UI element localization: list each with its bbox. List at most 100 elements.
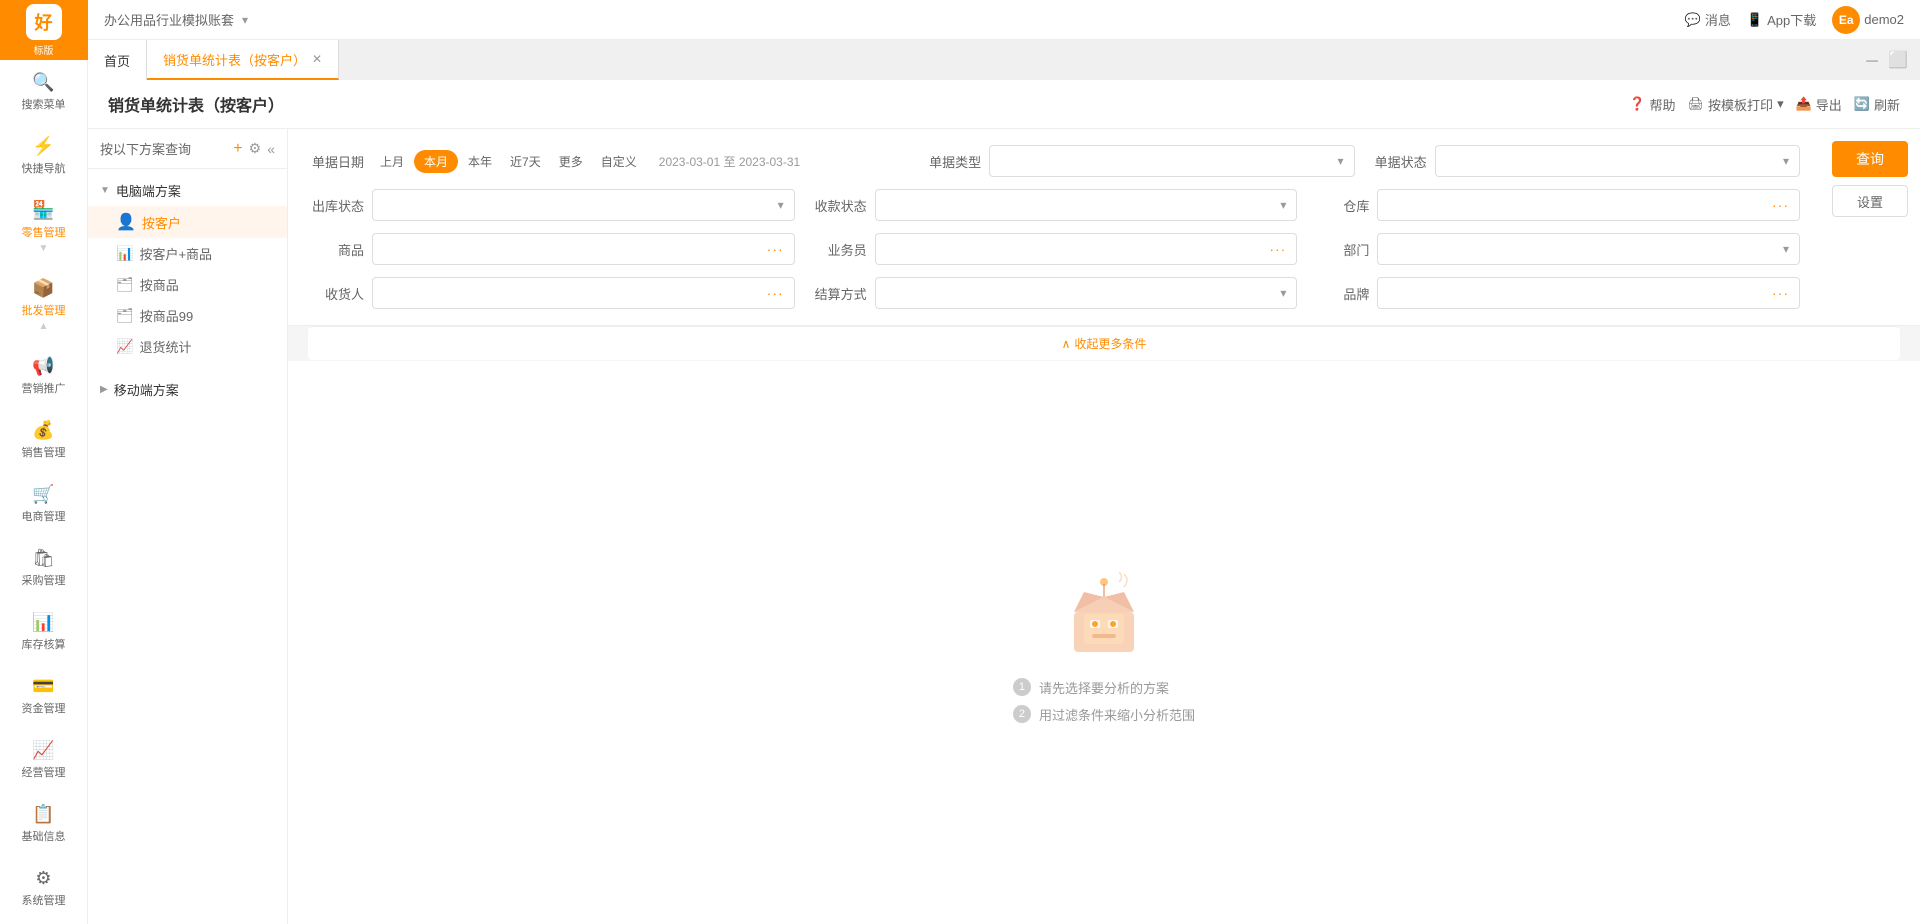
scheme-group-desktop-header[interactable]: ▼ 电脑端方案 bbox=[88, 175, 287, 206]
collapse-bar[interactable]: ∧ 收起更多条件 bbox=[308, 326, 1900, 360]
message-icon: 💬 bbox=[1685, 12, 1701, 28]
sidebar-label-6: 电商管理 bbox=[22, 508, 66, 524]
date-tab-custom[interactable]: 自定义 bbox=[593, 149, 645, 174]
tab-close-icon[interactable]: ✕ bbox=[312, 52, 322, 66]
goods-icon: 🗂 bbox=[116, 276, 134, 293]
date-tab-7days[interactable]: 近7天 bbox=[502, 149, 549, 174]
tip-num-2: 2 bbox=[1013, 705, 1031, 723]
settings-btn[interactable]: 设置 bbox=[1832, 185, 1908, 217]
scheme-item-by-customer-goods[interactable]: 📊 按客户+商品 bbox=[88, 238, 287, 269]
filter-salesman-control[interactable]: ··· bbox=[875, 233, 1298, 265]
filter-panel: 单据日期 上月 本月 本年 近7天 更多 自定义 bbox=[288, 129, 1920, 924]
department-arrow: ▾ bbox=[1783, 242, 1789, 256]
tip-1-text: 请先选择要分析的方案 bbox=[1039, 678, 1169, 697]
filter-payment-status-control[interactable]: ▾ bbox=[875, 189, 1298, 221]
date-tab-last-month[interactable]: 上月 bbox=[372, 149, 412, 174]
sidebar-icon-12: ⚙ bbox=[35, 868, 51, 889]
filter-main: 单据日期 上月 本月 本年 近7天 更多 自定义 bbox=[288, 129, 1820, 325]
scheme-add-btn[interactable]: + bbox=[233, 140, 242, 158]
user-area[interactable]: Ea demo2 bbox=[1832, 6, 1904, 34]
scheme-header: 按以下方案查询 + ⚙ « bbox=[88, 129, 287, 169]
scheme-item-goods-label: 按商品 bbox=[140, 275, 179, 294]
sidebar-label-12: 系统管理 bbox=[22, 892, 66, 908]
sidebar-item-9[interactable]: 💳 资金管理 bbox=[0, 664, 87, 728]
maximize-btn[interactable]: ⬜ bbox=[1888, 50, 1908, 70]
sidebar-item-8[interactable]: 📊库存核算 bbox=[0, 600, 87, 664]
message-btn[interactable]: 💬 消息 bbox=[1685, 10, 1731, 29]
scheme-item-by-goods99[interactable]: 🗂 按商品99 bbox=[88, 300, 287, 331]
filter-recipient-item: 收货人 ··· bbox=[308, 277, 795, 309]
scheme-settings-btn[interactable]: ⚙ bbox=[249, 140, 262, 157]
sidebar-icon-2: 🏪 bbox=[32, 200, 54, 221]
query-btn[interactable]: 查询 bbox=[1832, 141, 1908, 177]
scheme-item-customer-goods-label: 按客户+商品 bbox=[139, 244, 212, 263]
sidebar-item-12[interactable]: ⚙ 系统管理 bbox=[0, 856, 87, 920]
scheme-item-by-goods[interactable]: 🗂 按商品 bbox=[88, 269, 287, 300]
filter-settle-control[interactable]: ▾ bbox=[875, 277, 1298, 309]
print-btn[interactable]: 🖨 按模板打印 ▾ bbox=[1688, 95, 1784, 114]
sidebar-item-5[interactable]: 💰销售管理 bbox=[0, 408, 87, 472]
app-download-btn[interactable]: 📱 App下载 bbox=[1747, 10, 1816, 29]
sidebar-label-7: 采购管理 bbox=[22, 572, 66, 588]
group-mobile-arrow-icon: ▶ bbox=[100, 384, 108, 395]
filter-settle-item: 结算方式 ▾ bbox=[811, 277, 1298, 309]
message-label: 消息 bbox=[1705, 10, 1731, 29]
sidebar-label-9: 资金管理 bbox=[22, 700, 66, 716]
breadcrumb-dropdown[interactable]: ▾ bbox=[242, 13, 248, 27]
empty-illustration bbox=[1044, 562, 1164, 662]
out-status-arrow: ▾ bbox=[778, 198, 784, 212]
scheme-item-by-customer[interactable]: 👤 按客户 bbox=[88, 206, 287, 238]
sidebar-item-4[interactable]: 📢 营销推广 bbox=[0, 344, 87, 408]
minimize-btn[interactable]: － bbox=[1864, 48, 1880, 72]
scheme-item-goods99-label: 按商品99 bbox=[140, 306, 193, 325]
filter-order-status-control[interactable]: ▾ bbox=[1435, 145, 1800, 177]
print-label: 按模板打印 bbox=[1708, 95, 1773, 114]
scheme-tools: + ⚙ « bbox=[233, 140, 275, 158]
filter-out-status-control[interactable]: ▾ bbox=[372, 189, 795, 221]
empty-svg bbox=[1044, 562, 1164, 662]
sidebar-icon-9: 💳 bbox=[32, 676, 54, 697]
sidebar-item-6[interactable]: 🛒电商管理 bbox=[0, 472, 87, 536]
export-btn[interactable]: 📤 导出 bbox=[1796, 95, 1842, 114]
group-arrow-icon: ▼ bbox=[100, 185, 110, 196]
filter-order-type-item: 单据类型 ▾ bbox=[925, 145, 1354, 177]
sidebar-label-3: 批发管理 bbox=[22, 302, 66, 318]
filter-salesman-item: 业务员 ··· bbox=[811, 233, 1298, 265]
filter-brand-control[interactable]: ··· bbox=[1377, 277, 1800, 309]
scheme-item-returns[interactable]: 📈 退货统计 bbox=[88, 331, 287, 362]
sidebar-item-13[interactable]: 🤝企业协同 bbox=[0, 920, 87, 924]
sidebar-item-3[interactable]: 📦批发管理▲ bbox=[0, 266, 87, 344]
filter-goods-control[interactable]: ··· bbox=[372, 233, 795, 265]
filter-warehouse-control[interactable]: ··· bbox=[1377, 189, 1800, 221]
scheme-collapse-btn[interactable]: « bbox=[267, 141, 275, 157]
sidebar-item-11[interactable]: 📋基础信息 bbox=[0, 792, 87, 856]
filter-department-control[interactable]: ▾ bbox=[1377, 233, 1800, 265]
print-icon: 🖨 bbox=[1688, 96, 1705, 112]
customer-goods-icon: 📊 bbox=[116, 245, 133, 262]
filter-brand-label: 品牌 bbox=[1313, 284, 1369, 303]
sidebar-label-1: 快捷导航 bbox=[22, 160, 66, 176]
sidebar-label-11: 基础信息 bbox=[22, 828, 66, 844]
sidebar-label-4: 营销推广 bbox=[22, 380, 66, 396]
date-tab-more[interactable]: 更多 bbox=[551, 149, 591, 174]
date-tab-this-month[interactable]: 本月 bbox=[414, 150, 458, 173]
filter-row-4: 收货人 ··· 结算方式 ▾ bbox=[308, 277, 1800, 309]
filter-recipient-control[interactable]: ··· bbox=[372, 277, 795, 309]
refresh-btn[interactable]: 🔄 刷新 bbox=[1854, 95, 1900, 114]
sidebar-item-1[interactable]: ⚡ 快捷导航 bbox=[0, 124, 87, 188]
scheme-group-mobile: ▶ 移动端方案 bbox=[88, 368, 287, 411]
sidebar-item-7[interactable]: 🛍采购管理 bbox=[0, 536, 87, 600]
scheme-group-mobile-header[interactable]: ▶ 移动端方案 bbox=[88, 374, 287, 405]
filter-warehouse-item: 仓库 ··· bbox=[1313, 189, 1800, 221]
sidebar-item-0[interactable]: 🔍搜索菜单 bbox=[0, 60, 87, 124]
sidebar-item-10[interactable]: 📈经营管理 bbox=[0, 728, 87, 792]
sidebar-icon-4: 📢 bbox=[32, 356, 54, 377]
tab-sales-stat[interactable]: 销货单统计表（按客户） ✕ bbox=[147, 40, 339, 80]
date-tab-this-year[interactable]: 本年 bbox=[460, 149, 500, 174]
filter-row-2: 出库状态 ▾ 收款状态 ▾ bbox=[308, 189, 1800, 221]
sidebar-icon-1: ⚡ bbox=[32, 136, 54, 157]
help-btn[interactable]: ❓ 帮助 bbox=[1629, 95, 1675, 114]
sidebar-item-2[interactable]: 🏪零售管理▼ bbox=[0, 188, 87, 266]
filter-order-type-control[interactable]: ▾ bbox=[989, 145, 1354, 177]
tab-home[interactable]: 首页 bbox=[88, 40, 147, 80]
